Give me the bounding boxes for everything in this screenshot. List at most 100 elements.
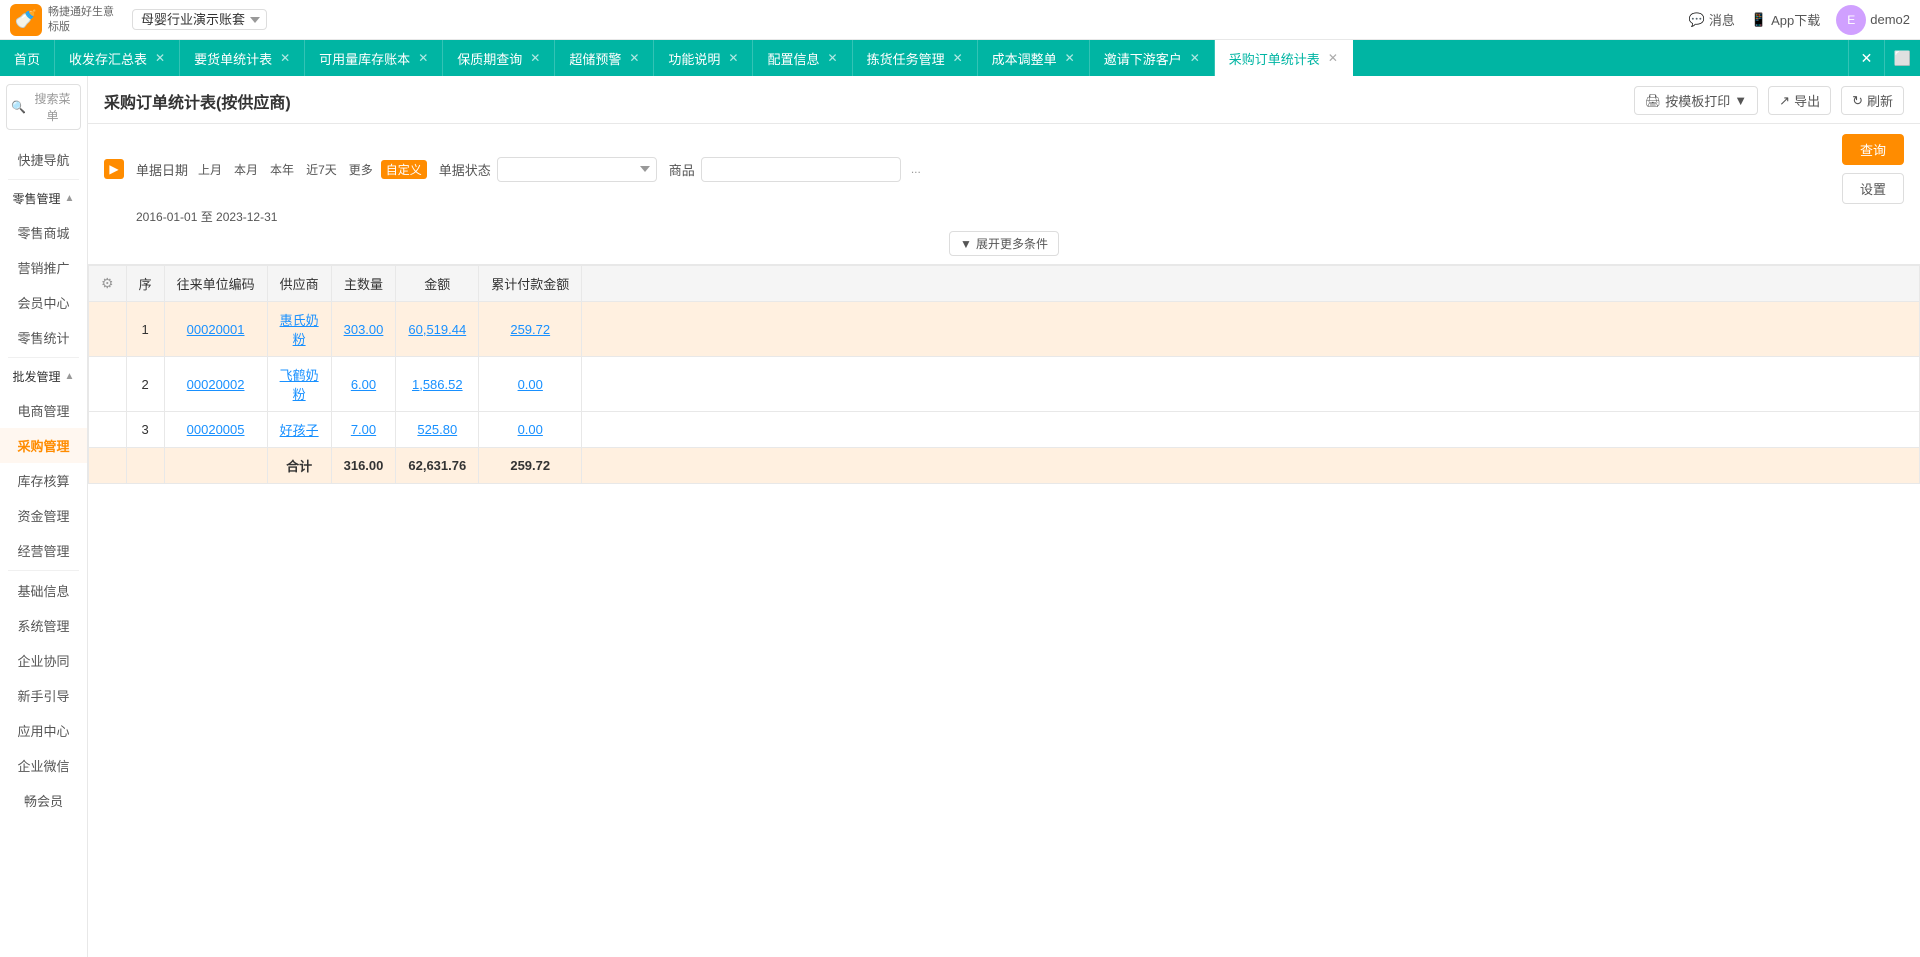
sidebar-item-quick-nav[interactable]: 快捷导航 (0, 142, 87, 177)
date-custom-tag[interactable]: 自定义 (381, 160, 427, 179)
close-tab-config-info[interactable]: ✕ (828, 51, 838, 65)
sidebar-item-retail-mall[interactable]: 零售商城 (0, 215, 87, 250)
close-tab-expiry-query[interactable]: ✕ (530, 51, 540, 65)
nav-close-btn[interactable]: ✕ (1848, 40, 1884, 76)
app-download-action[interactable]: 📱 App下载 (1751, 10, 1820, 29)
page-header: 采购订单统计表(按供应商) 🖨 按模板打印 ▼ ↗ 导出 ↻ 刷新 (88, 76, 1920, 124)
close-tab-func-desc[interactable]: ✕ (728, 51, 738, 65)
row1-main-qty: 303.00 (331, 302, 396, 357)
close-tab-order-stat[interactable]: ✕ (280, 51, 290, 65)
sidebar-item-ops-mgmt[interactable]: 经营管理 (0, 533, 87, 568)
row3-amount-link[interactable]: 525.80 (417, 422, 457, 437)
divider-3 (8, 570, 79, 571)
row1-paid-amount-link[interactable]: 259.72 (510, 322, 550, 337)
filter-area: ▶ 单据日期 上月 本月 本年 近7天 更多 自定义 单据状态 (88, 124, 1920, 265)
row2-main-qty-link[interactable]: 6.00 (351, 377, 376, 392)
more-options-btn[interactable]: ... (911, 162, 921, 176)
sidebar-item-sys-mgmt[interactable]: 系统管理 (0, 608, 87, 643)
row3-unit-code-link[interactable]: 00020005 (187, 422, 245, 437)
close-tab-purchase-stat[interactable]: ✕ (1328, 51, 1338, 65)
sidebar-item-purchase-mgmt[interactable]: 采购管理 (0, 428, 87, 463)
sidebar-item-app-center[interactable]: 应用中心 (0, 713, 87, 748)
sidebar-item-member-center[interactable]: 会员中心 (0, 285, 87, 320)
date-last-month[interactable]: 上月 (194, 160, 226, 179)
expand-filter-btn[interactable]: ▼ 展开更多条件 (949, 231, 1059, 256)
footer-extra (582, 448, 1920, 484)
tab-overstock-warning[interactable]: 超储预警 ✕ (555, 40, 654, 76)
close-tab-invite-downstream[interactable]: ✕ (1190, 51, 1200, 65)
refresh-icon: ↻ (1852, 93, 1863, 109)
refresh-button[interactable]: ↻ 刷新 (1841, 86, 1904, 115)
sidebar-item-enterprise-wechat[interactable]: 企业微信 (0, 748, 87, 783)
tab-collect-pay[interactable]: 收发存汇总表 ✕ (55, 40, 180, 76)
sidebar-item-basic-info[interactable]: 基础信息 (0, 573, 87, 608)
row3-paid-amount-link[interactable]: 0.00 (518, 422, 543, 437)
nav-fullscreen-btn[interactable]: ⬜ (1884, 40, 1920, 76)
print-button[interactable]: 🖨 按模板打印 ▼ (1634, 86, 1758, 115)
query-button[interactable]: 查询 (1842, 134, 1904, 165)
logo-text: 畅捷通好生意 标版 (48, 5, 114, 34)
row2-paid-amount-link[interactable]: 0.00 (518, 377, 543, 392)
sidebar-item-ecommerce-mgmt[interactable]: 电商管理 (0, 393, 87, 428)
row2-unit-code-link[interactable]: 00020002 (187, 377, 245, 392)
row1-amount: 60,519.44 (396, 302, 479, 357)
user-action[interactable]: E demo2 (1836, 5, 1910, 35)
tab-expiry-query[interactable]: 保质期查询 ✕ (443, 40, 555, 76)
col-no: 序 (126, 266, 164, 302)
close-tab-cost-adjust[interactable]: ✕ (1065, 51, 1075, 65)
tab-purchase-stat[interactable]: 采购订单统计表 ✕ (1215, 40, 1353, 76)
tab-order-stat[interactable]: 要货单统计表 ✕ (180, 40, 305, 76)
export-button[interactable]: ↗ 导出 (1768, 86, 1831, 115)
close-tab-collect-pay[interactable]: ✕ (155, 51, 165, 65)
status-select[interactable] (497, 157, 657, 182)
sidebar-search-btn[interactable]: 🔍 搜索菜单 (6, 84, 81, 130)
sidebar-item-marketing[interactable]: 营销推广 (0, 250, 87, 285)
row3-supplier-link[interactable]: 好孩子 (280, 423, 319, 438)
sidebar-item-stock-check[interactable]: 库存核算 (0, 463, 87, 498)
sidebar-item-retail-stat[interactable]: 零售统计 (0, 320, 87, 355)
footer-label: 合计 (267, 448, 331, 484)
message-action[interactable]: 💬 消息 (1689, 10, 1735, 29)
date-7days[interactable]: 近7天 (302, 160, 341, 179)
row2-supplier-link[interactable]: 飞鹤奶粉 (280, 368, 319, 402)
row1-supplier-link[interactable]: 惠氏奶粉 (280, 313, 319, 347)
gear-icon[interactable]: ⚙ (101, 275, 114, 291)
tab-invite-downstream[interactable]: 邀请下游客户 ✕ (1090, 40, 1215, 76)
row1-amount-link[interactable]: 60,519.44 (408, 322, 466, 337)
breadcrumb-select[interactable]: 母婴行业演示账套 (132, 9, 267, 30)
row2-amount: 1,586.52 (396, 357, 479, 412)
table-header-row: ⚙ 序 往来单位编码 供应商 主数量 金额 累计付款金额 (89, 266, 1920, 302)
sidebar-item-member[interactable]: 畅会员 (0, 783, 87, 818)
tab-func-desc[interactable]: 功能说明 ✕ (654, 40, 753, 76)
tab-config-info[interactable]: 配置信息 ✕ (753, 40, 852, 76)
date-this-year[interactable]: 本年 (266, 160, 298, 179)
sidebar-item-wholesale-mgmt[interactable]: 批发管理 ▲ (0, 360, 87, 393)
print-icon: 🖨 (1645, 93, 1662, 109)
date-this-month[interactable]: 本月 (230, 160, 262, 179)
sidebar-item-capital-mgmt[interactable]: 资金管理 (0, 498, 87, 533)
row3-supplier: 好孩子 (267, 412, 331, 448)
row2-amount-link[interactable]: 1,586.52 (412, 377, 463, 392)
col-unit-code: 往来单位编码 (164, 266, 267, 302)
tab-available-stock[interactable]: 可用量库存账本 ✕ (305, 40, 443, 76)
row3-main-qty-link[interactable]: 7.00 (351, 422, 376, 437)
tab-pick-task[interactable]: 拣货任务管理 ✕ (853, 40, 978, 76)
sidebar-item-retail-mgmt[interactable]: 零售管理 ▲ (0, 182, 87, 215)
row1-main-qty-link[interactable]: 303.00 (344, 322, 384, 337)
goods-input[interactable] (701, 157, 901, 182)
sidebar-item-enterprise-collab[interactable]: 企业协同 (0, 643, 87, 678)
row1-no: 1 (126, 302, 164, 357)
tab-cost-adjust[interactable]: 成本调整单 ✕ (978, 40, 1090, 76)
close-tab-overstock-warning[interactable]: ✕ (629, 51, 639, 65)
divider-2 (8, 357, 79, 358)
tab-home[interactable]: 首页 (0, 40, 55, 76)
date-more[interactable]: 更多 (345, 160, 377, 179)
collapse-filter-btn[interactable]: ▶ (104, 159, 124, 179)
search-icon: 🔍 (11, 100, 26, 114)
row3-unit-code: 00020005 (164, 412, 267, 448)
settings-button[interactable]: 设置 (1842, 173, 1904, 204)
sidebar-item-new-guide[interactable]: 新手引导 (0, 678, 87, 713)
close-tab-available-stock[interactable]: ✕ (418, 51, 428, 65)
close-tab-pick-task[interactable]: ✕ (953, 51, 963, 65)
row1-unit-code-link[interactable]: 00020001 (187, 322, 245, 337)
